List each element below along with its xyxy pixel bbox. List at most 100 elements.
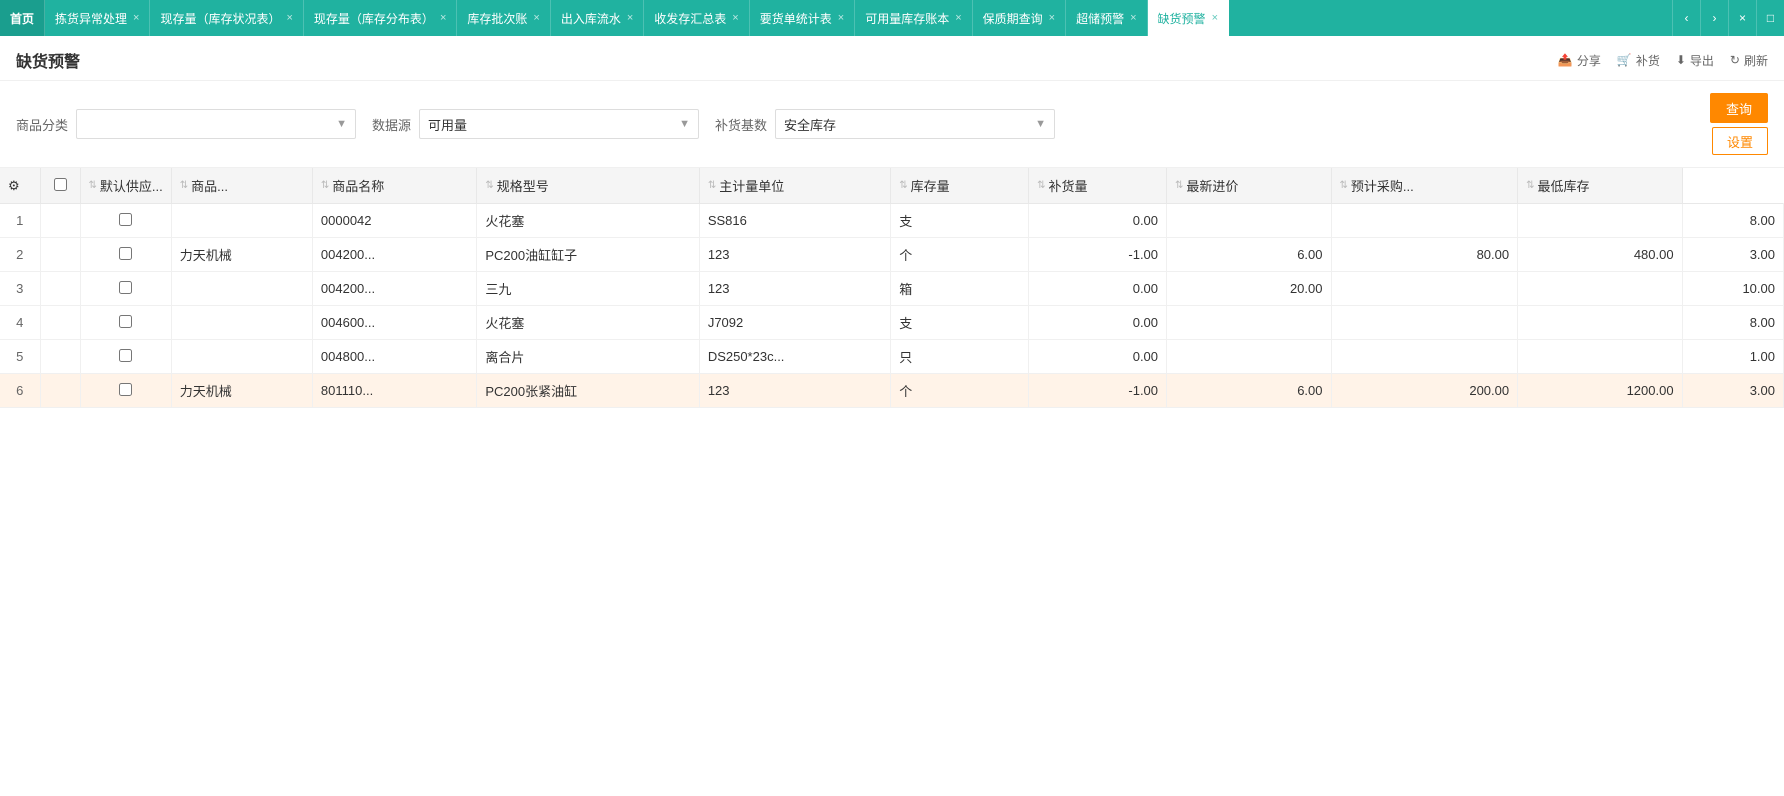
row-stock: 0.00 bbox=[1029, 204, 1167, 238]
table-row[interactable]: 2 力天机械 004200... PC200油缸缸子 123 个 -1.00 6… bbox=[0, 238, 1784, 272]
close-icon[interactable]: × bbox=[838, 12, 844, 24]
tab-recv-summary[interactable]: 收发存汇总表 × bbox=[644, 0, 749, 36]
close-icon[interactable]: × bbox=[627, 12, 633, 24]
row-min-stock: 3.00 bbox=[1682, 238, 1783, 272]
row-latest-price bbox=[1331, 204, 1518, 238]
replenish-base-select[interactable]: 安全库存 ▼ bbox=[775, 109, 1055, 139]
row-product-name: 火花塞 bbox=[477, 204, 699, 238]
tab-overstock[interactable]: 超储预警 × bbox=[1066, 0, 1147, 36]
table-row[interactable]: 5 004800... 离合片 DS250*23c... 只 0.00 1.00 bbox=[0, 340, 1784, 374]
row-stock: -1.00 bbox=[1029, 374, 1167, 408]
col-spec[interactable]: ⇅ 规格型号 bbox=[477, 168, 699, 204]
tab-close-button[interactable]: × bbox=[1728, 0, 1756, 36]
select-all-checkbox[interactable] bbox=[54, 178, 67, 191]
replenish-label: 补货 bbox=[1636, 52, 1660, 69]
tab-home[interactable]: 首页 bbox=[0, 0, 45, 36]
col-header-label: 补货量 bbox=[1049, 176, 1088, 195]
row-replenish-qty bbox=[1167, 204, 1331, 238]
datasource-select[interactable]: 可用量 ▼ bbox=[419, 109, 699, 139]
close-icon[interactable]: × bbox=[286, 12, 292, 24]
tab-expiry-query[interactable]: 保质期查询 × bbox=[973, 0, 1066, 36]
col-checkbox bbox=[40, 168, 80, 204]
query-button[interactable]: 查询 bbox=[1710, 93, 1768, 123]
tab-order-stats[interactable]: 要货单统计表 × bbox=[750, 0, 855, 36]
close-icon[interactable]: × bbox=[1130, 12, 1136, 24]
col-header-label: 预计采购... bbox=[1351, 176, 1414, 195]
row-checkbox-cell bbox=[80, 340, 171, 374]
col-stock[interactable]: ⇅ 库存量 bbox=[891, 168, 1029, 204]
tab-defect-proc[interactable]: 拣货异常处理 × bbox=[45, 0, 150, 36]
row-replenish-qty: 20.00 bbox=[1167, 272, 1331, 306]
col-default-supplier[interactable]: ⇅ 默认供应... bbox=[80, 168, 171, 204]
row-index: 3 bbox=[0, 272, 40, 306]
close-icon[interactable]: × bbox=[732, 12, 738, 24]
filter-category-group: 商品分类 ▼ bbox=[16, 109, 356, 139]
row-replenish-qty: 6.00 bbox=[1167, 238, 1331, 272]
table-row[interactable]: 4 004600... 火花塞 J7092 支 0.00 8.00 bbox=[0, 306, 1784, 340]
row-checkbox[interactable] bbox=[119, 315, 132, 328]
col-unit[interactable]: ⇅ 主计量单位 bbox=[699, 168, 890, 204]
tab-batch-account[interactable]: 库存批次账 × bbox=[457, 0, 550, 36]
row-checkbox[interactable] bbox=[119, 349, 132, 362]
row-settings[interactable] bbox=[40, 272, 80, 306]
close-icon[interactable]: × bbox=[440, 12, 446, 24]
row-settings[interactable] bbox=[40, 204, 80, 238]
col-replenish-qty[interactable]: ⇅ 补货量 bbox=[1029, 168, 1167, 204]
row-settings[interactable] bbox=[40, 340, 80, 374]
tab-bar: 首页 拣货异常处理 × 现存量（库存状况表） × 现存量（库存分布表） × 库存… bbox=[0, 0, 1784, 36]
export-button[interactable]: ⬇ 导出 bbox=[1676, 52, 1714, 69]
col-product-code[interactable]: ⇅ 商品... bbox=[171, 168, 312, 204]
tab-expand-button[interactable]: □ bbox=[1756, 0, 1784, 36]
close-icon[interactable]: × bbox=[1212, 12, 1218, 24]
row-checkbox[interactable] bbox=[119, 281, 132, 294]
table-row[interactable]: 6 力天机械 801110... PC200张紧油缸 123 个 -1.00 6… bbox=[0, 374, 1784, 408]
category-select[interactable]: ▼ bbox=[76, 109, 356, 139]
table-row[interactable]: 1 0000042 火花塞 SS816 支 0.00 8.00 bbox=[0, 204, 1784, 238]
row-replenish-qty bbox=[1167, 340, 1331, 374]
table-row[interactable]: 3 004200... 三九 123 箱 0.00 20.00 10.00 bbox=[0, 272, 1784, 306]
col-est-purchase[interactable]: ⇅ 预计采购... bbox=[1331, 168, 1518, 204]
chevron-down-icon: ▼ bbox=[679, 118, 690, 130]
row-checkbox[interactable] bbox=[119, 383, 132, 396]
row-min-stock: 3.00 bbox=[1682, 374, 1783, 408]
row-settings[interactable] bbox=[40, 238, 80, 272]
tab-next-button[interactable]: › bbox=[1700, 0, 1728, 36]
tab-inventory-status[interactable]: 现存量（库存状况表） × bbox=[150, 0, 303, 36]
tab-label: 缺货预警 bbox=[1158, 10, 1206, 27]
col-min-stock[interactable]: ⇅ 最低库存 bbox=[1518, 168, 1682, 204]
tab-inout-flow[interactable]: 出入库流水 × bbox=[551, 0, 644, 36]
row-checkbox[interactable] bbox=[119, 247, 132, 260]
row-product-name: PC200张紧油缸 bbox=[477, 374, 699, 408]
row-checkbox-cell bbox=[80, 306, 171, 340]
row-stock: 0.00 bbox=[1029, 306, 1167, 340]
refresh-button[interactable]: ↻ 刷新 bbox=[1730, 52, 1768, 69]
close-icon[interactable]: × bbox=[133, 12, 139, 24]
settings-button[interactable]: 设置 bbox=[1712, 127, 1768, 155]
row-unit: 个 bbox=[891, 238, 1029, 272]
tab-prev-button[interactable]: ‹ bbox=[1672, 0, 1700, 36]
row-default-supplier: 力天机械 bbox=[171, 238, 312, 272]
close-icon[interactable]: × bbox=[955, 12, 961, 24]
close-icon[interactable]: × bbox=[533, 12, 539, 24]
row-product-code: 004800... bbox=[312, 340, 476, 374]
close-icon[interactable]: × bbox=[1049, 12, 1055, 24]
tab-shortage[interactable]: 缺货预警 × bbox=[1148, 0, 1229, 36]
data-table: ⚙ ⇅ 默认供应... ⇅ bbox=[0, 168, 1784, 408]
sort-icon: ⇅ bbox=[180, 180, 188, 191]
tab-inventory-dist[interactable]: 现存量（库存分布表） × bbox=[304, 0, 457, 36]
row-settings[interactable] bbox=[40, 306, 80, 340]
row-unit: 只 bbox=[891, 340, 1029, 374]
replenish-button[interactable]: 🛒 补货 bbox=[1617, 52, 1660, 69]
col-latest-price[interactable]: ⇅ 最新进价 bbox=[1167, 168, 1331, 204]
row-latest-price bbox=[1331, 340, 1518, 374]
sort-icon: ⇅ bbox=[1526, 180, 1534, 191]
settings-icon[interactable]: ⚙ bbox=[8, 178, 20, 194]
row-settings[interactable] bbox=[40, 374, 80, 408]
row-product-code: 004200... bbox=[312, 238, 476, 272]
share-button[interactable]: 📤 分享 bbox=[1558, 52, 1601, 69]
row-checkbox[interactable] bbox=[119, 213, 132, 226]
tab-avail-ledger[interactable]: 可用量库存账本 × bbox=[855, 0, 972, 36]
col-product-name[interactable]: ⇅ 商品名称 bbox=[312, 168, 476, 204]
row-unit: 个 bbox=[891, 374, 1029, 408]
col-settings: ⚙ bbox=[0, 168, 40, 204]
